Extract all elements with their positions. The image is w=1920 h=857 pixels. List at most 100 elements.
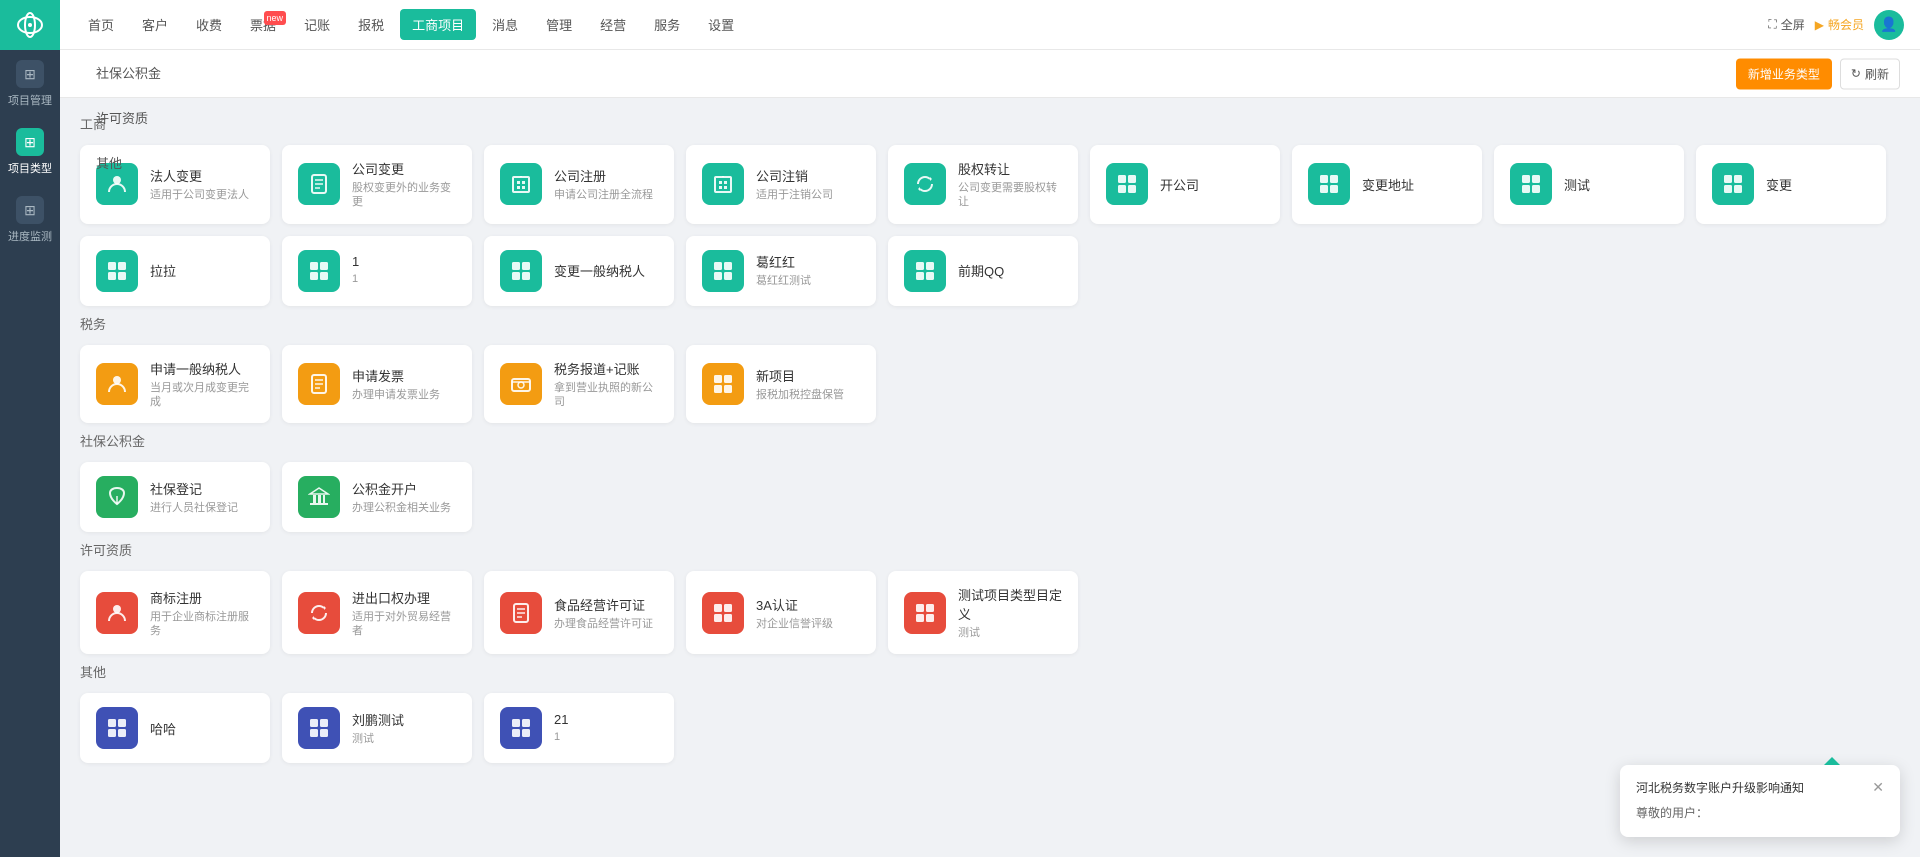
sections-container: 工商 法人变更 适用于公司变更法人 公司变更 股权变更外的业务变更 xyxy=(80,114,1900,763)
section-title-license-section: 许可资质 xyxy=(80,540,1900,559)
card-name-company-register: 公司注册 xyxy=(554,166,653,185)
card-text-food-license: 食品经营许可证 办理食品经营许可证 xyxy=(554,595,653,631)
card-social-register[interactable]: 社保登记 进行人员社保登记 xyxy=(80,462,270,532)
card-food-license[interactable]: 食品经营许可证 办理食品经营许可证 xyxy=(484,571,674,654)
card-qianqi-qq[interactable]: 前期QQ xyxy=(888,236,1078,306)
card-icon-3a-cert xyxy=(702,592,744,634)
card-text-change-taxpayer: 变更一般纳税人 xyxy=(554,261,645,280)
card-text-equity-transfer: 股权转让 公司变更需要股权转让 xyxy=(958,159,1062,210)
card-desc-company-register: 申请公司注册全流程 xyxy=(554,188,653,202)
card-change2[interactable]: 变更 xyxy=(1696,145,1886,224)
card-haha[interactable]: 哈哈 xyxy=(80,693,270,763)
card-text-liupeng-test: 刘鹏测试 测试 xyxy=(352,710,404,746)
card-change-address[interactable]: 变更地址 xyxy=(1292,145,1482,224)
topnav-item-industry[interactable]: 工商项目 xyxy=(400,9,476,40)
topnav-item-accounting[interactable]: 记账 xyxy=(292,9,342,40)
topnav-item-message[interactable]: 消息 xyxy=(480,9,530,40)
vip-icon: ▶ xyxy=(1815,18,1824,32)
sidebar-item-project-manage[interactable]: ⊞ 项目管理 xyxy=(0,50,60,118)
card-icon-trademark xyxy=(96,592,138,634)
card-desc-apply-taxpayer: 当月或次月成变更完成 xyxy=(150,381,254,410)
subtab-other[interactable]: 其他 xyxy=(80,141,177,186)
topnav-item-manage[interactable]: 管理 xyxy=(534,9,584,40)
card-icon-num21 xyxy=(500,707,542,749)
card-icon-tax-report xyxy=(500,363,542,405)
fullscreen-button[interactable]: ⛶ 全屏 xyxy=(1768,16,1804,33)
sidebar-item-project-type[interactable]: ⊞ 项目类型 xyxy=(0,118,60,186)
topnav-item-tax[interactable]: 报税 xyxy=(346,9,396,40)
card-import-export[interactable]: 进出口权办理 适用于对外贸易经营者 xyxy=(282,571,472,654)
topnav-item-home[interactable]: 首页 xyxy=(76,9,126,40)
card-name-test-type: 测试项目类型目定义 xyxy=(958,585,1062,623)
sidebar-logo[interactable] xyxy=(0,0,60,50)
main-scroll[interactable]: 工商 法人变更 适用于公司变更法人 公司变更 股权变更外的业务变更 xyxy=(60,98,1920,857)
card-text-num1: 1 1 xyxy=(352,254,359,286)
card-num1[interactable]: 1 1 xyxy=(282,236,472,306)
topnav-item-settings[interactable]: 设置 xyxy=(696,9,746,40)
add-type-button[interactable]: 新增业务类型 xyxy=(1736,58,1832,89)
card-name-company-change: 公司变更 xyxy=(352,159,456,178)
card-icon-gehonghong xyxy=(702,250,744,292)
topnav-item-customer[interactable]: 客户 xyxy=(130,9,180,40)
card-icon-food-license xyxy=(500,592,542,634)
avatar[interactable]: 👤 xyxy=(1874,10,1904,40)
notification-title: 河北税务数字账户升级影响通知 xyxy=(1636,779,1804,796)
sidebar-item-progress-monitor[interactable]: ⊞ 进度监测 xyxy=(0,186,60,254)
avatar-icon: 👤 xyxy=(1880,16,1897,33)
card-name-lala: 拉拉 xyxy=(150,261,176,280)
cards-grid-social-section: 社保登记 进行人员社保登记 公积金开户 办理公积金相关业务 xyxy=(80,462,1900,532)
card-tax-report[interactable]: 税务报道+记账 拿到营业执照的新公司 xyxy=(484,345,674,424)
card-company-register[interactable]: 公司注册 申请公司注册全流程 xyxy=(484,145,674,224)
card-fund-account[interactable]: 公积金开户 办理公积金相关业务 xyxy=(282,462,472,532)
notification-close-icon[interactable]: ✕ xyxy=(1872,779,1884,796)
card-num21[interactable]: 21 1 xyxy=(484,693,674,763)
card-icon-change-taxpayer xyxy=(500,250,542,292)
card-company-change[interactable]: 公司变更 股权变更外的业务变更 xyxy=(282,145,472,224)
card-3a-cert[interactable]: 3A认证 对企业信誉评级 xyxy=(686,571,876,654)
subtab-social[interactable]: 社保公积金 xyxy=(80,51,177,96)
card-new-project[interactable]: 新项目 报税加税控盘保管 xyxy=(686,345,876,424)
topnav-item-billing[interactable]: 收费 xyxy=(184,9,234,40)
vip-button[interactable]: ▶ 畅会员 xyxy=(1815,16,1864,33)
card-lala[interactable]: 拉拉 xyxy=(80,236,270,306)
card-desc-food-license: 办理食品经营许可证 xyxy=(554,617,653,631)
card-name-open-company: 开公司 xyxy=(1160,175,1199,194)
subtab-license[interactable]: 许可资质 xyxy=(80,96,177,141)
card-apply-taxpayer[interactable]: 申请一般纳税人 当月或次月成变更完成 xyxy=(80,345,270,424)
card-name-gehonghong: 葛红红 xyxy=(756,252,811,271)
card-desc-equity-transfer: 公司变更需要股权转让 xyxy=(958,181,1062,210)
card-icon-change2 xyxy=(1712,163,1754,205)
card-icon-import-export xyxy=(298,592,340,634)
card-gehonghong[interactable]: 葛红红 葛红红测试 xyxy=(686,236,876,306)
sidebar-label-project-type: 项目类型 xyxy=(8,160,52,176)
card-desc-test-type: 测试 xyxy=(958,626,1062,640)
card-test1[interactable]: 测试 xyxy=(1494,145,1684,224)
card-name-equity-transfer: 股权转让 xyxy=(958,159,1062,178)
refresh-button[interactable]: ↻ 刷新 xyxy=(1840,58,1900,89)
topnav-items: 首页客户收费票据new记账报税工商项目消息管理经营服务设置 xyxy=(76,9,1768,40)
card-apply-invoice[interactable]: 申请发票 办理申请发票业务 xyxy=(282,345,472,424)
card-text-social-register: 社保登记 进行人员社保登记 xyxy=(150,479,238,515)
topnav-item-service[interactable]: 服务 xyxy=(642,9,692,40)
topnav-item-invoice[interactable]: 票据new xyxy=(238,9,288,40)
sidebar: ⊞ 项目管理 ⊞ 项目类型 ⊞ 进度监测 xyxy=(0,0,60,857)
card-name-tax-report: 税务报道+记账 xyxy=(554,359,658,378)
card-equity-transfer[interactable]: 股权转让 公司变更需要股权转让 xyxy=(888,145,1078,224)
topnav-item-operation[interactable]: 经营 xyxy=(588,9,638,40)
main-area: 首页客户收费票据new记账报税工商项目消息管理经营服务设置 ⛶ 全屏 ▶ 畅会员… xyxy=(60,0,1920,857)
card-company-cancel[interactable]: 公司注销 适用于注销公司 xyxy=(686,145,876,224)
card-change-taxpayer[interactable]: 变更一般纳税人 xyxy=(484,236,674,306)
card-icon-social-register xyxy=(96,476,138,518)
card-name-food-license: 食品经营许可证 xyxy=(554,595,653,614)
card-desc-num21: 1 xyxy=(554,730,568,744)
cards-grid-other-section: 哈哈 刘鹏测试 测试 21 1 xyxy=(80,693,1900,763)
card-name-3a-cert: 3A认证 xyxy=(756,595,833,614)
card-trademark[interactable]: 商标注册 用于企业商标注册服务 xyxy=(80,571,270,654)
card-icon-qianqi-qq xyxy=(904,250,946,292)
card-open-company[interactable]: 开公司 xyxy=(1090,145,1280,224)
subtabs-list: 工商税务社保公积金许可资质其他 xyxy=(80,50,181,186)
card-liupeng-test[interactable]: 刘鹏测试 测试 xyxy=(282,693,472,763)
card-desc-social-register: 进行人员社保登记 xyxy=(150,501,238,515)
card-test-type[interactable]: 测试项目类型目定义 测试 xyxy=(888,571,1078,654)
card-name-change-taxpayer: 变更一般纳税人 xyxy=(554,261,645,280)
